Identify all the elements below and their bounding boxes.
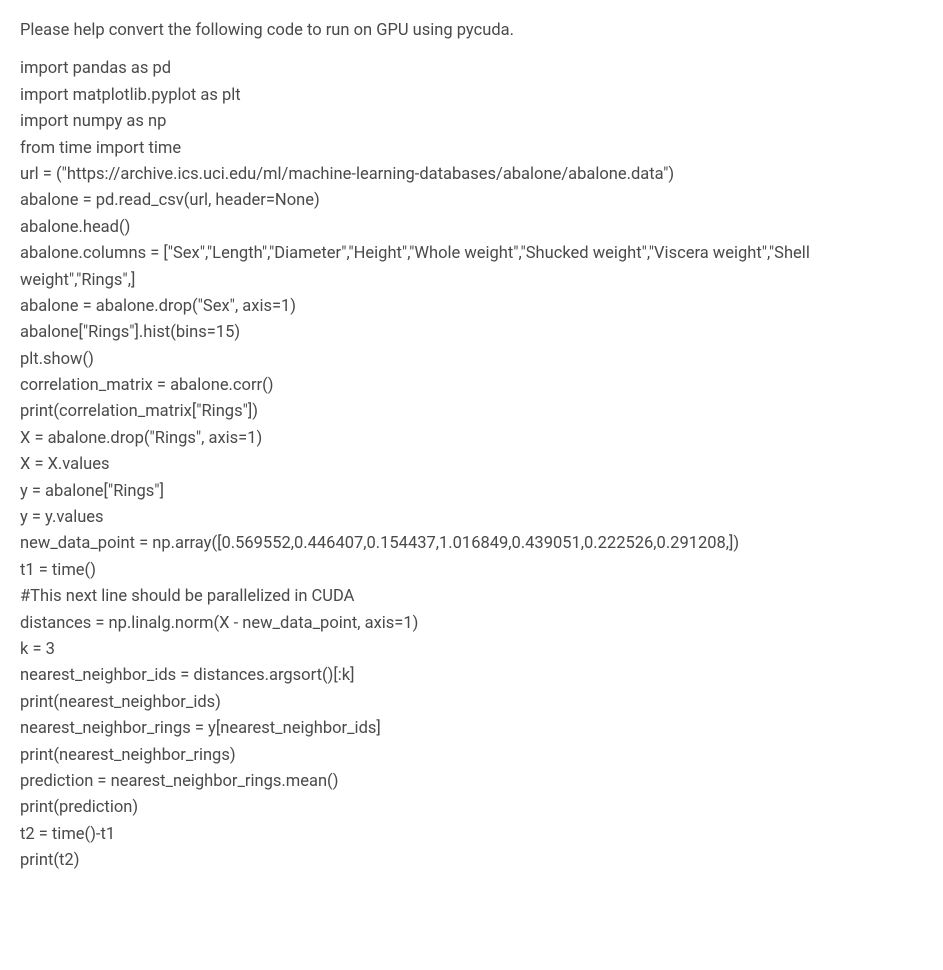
code-line: nearest_neighbor_rings = y[nearest_neigh… — [20, 716, 923, 742]
code-line: print(nearest_neighbor_ids) — [20, 690, 923, 716]
code-line: correlation_matrix = abalone.corr() — [20, 373, 923, 399]
code-line: t1 = time() — [20, 558, 923, 584]
code-line: url = ("https://archive.ics.uci.edu/ml/m… — [20, 162, 923, 188]
code-line: abalone.head() — [20, 215, 923, 241]
code-line: prediction = nearest_neighbor_rings.mean… — [20, 769, 923, 795]
code-line: import numpy as np — [20, 109, 923, 135]
code-line: import matplotlib.pyplot as plt — [20, 83, 923, 109]
code-line: abalone.columns = ["Sex","Length","Diame… — [20, 241, 923, 294]
code-line: plt.show() — [20, 347, 923, 373]
code-line: t2 = time()-t1 — [20, 822, 923, 848]
code-line: new_data_point = np.array([0.569552,0.44… — [20, 531, 923, 557]
code-line: distances = np.linalg.norm(X - new_data_… — [20, 611, 923, 637]
code-line: nearest_neighbor_ids = distances.argsort… — [20, 663, 923, 689]
code-line: abalone["Rings"].hist(bins=15) — [20, 320, 923, 346]
code-block: import pandas as pdimport matplotlib.pyp… — [20, 56, 923, 874]
code-line: abalone = pd.read_csv(url, header=None) — [20, 188, 923, 214]
code-line: y = abalone["Rings"] — [20, 479, 923, 505]
code-line: #This next line should be parallelized i… — [20, 584, 923, 610]
code-line: print(correlation_matrix["Rings"]) — [20, 399, 923, 425]
code-line: import pandas as pd — [20, 56, 923, 82]
code-line: from time import time — [20, 136, 923, 162]
code-line: abalone = abalone.drop("Sex", axis=1) — [20, 294, 923, 320]
code-line: y = y.values — [20, 505, 923, 531]
code-line: print(t2) — [20, 848, 923, 874]
code-line: print(prediction) — [20, 795, 923, 821]
code-line: k = 3 — [20, 637, 923, 663]
code-line: X = abalone.drop("Rings", axis=1) — [20, 426, 923, 452]
code-line: print(nearest_neighbor_rings) — [20, 743, 923, 769]
prompt-text: Please help convert the following code t… — [20, 18, 923, 44]
code-line: X = X.values — [20, 452, 923, 478]
